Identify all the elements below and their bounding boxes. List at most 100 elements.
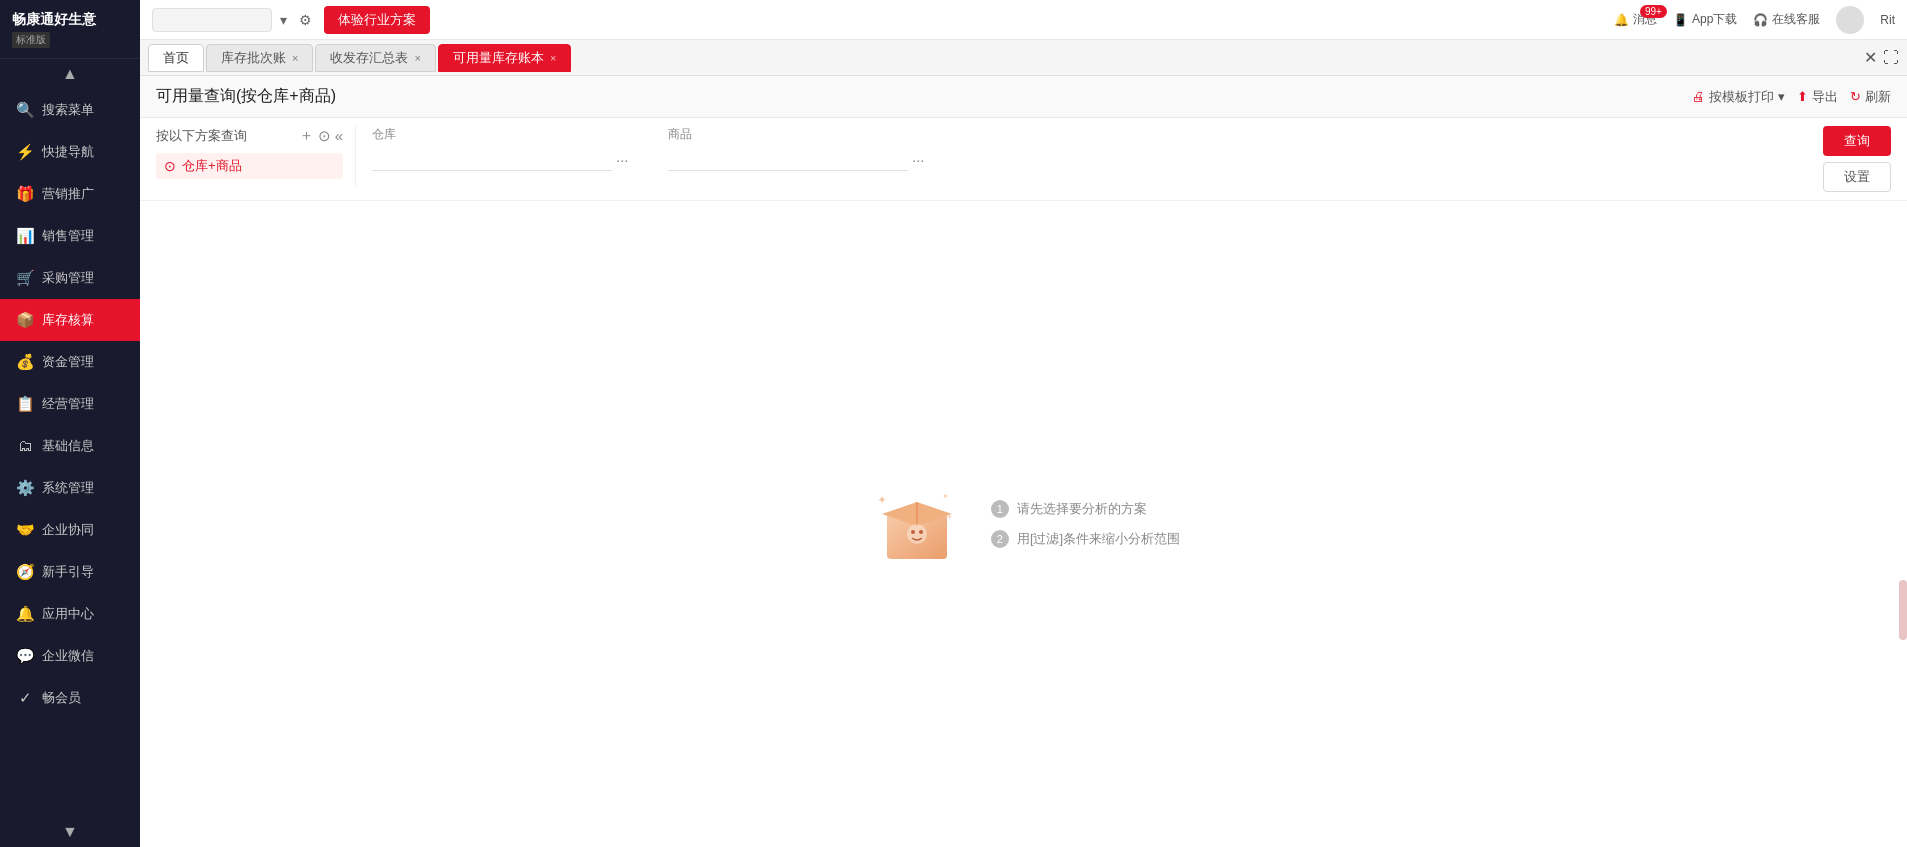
warehouse-more-btn[interactable]: ··· <box>616 151 629 168</box>
svg-text:✦: ✦ <box>942 492 949 501</box>
refresh-btn[interactable]: ↻ 刷新 <box>1850 88 1891 106</box>
filter-field-product: 商品 ··· <box>668 126 948 171</box>
topbar-search-input[interactable] <box>152 8 272 32</box>
product-input[interactable] <box>668 147 908 171</box>
settings-btn[interactable]: 设置 <box>1823 162 1891 192</box>
product-input-row: ··· <box>668 147 948 171</box>
sidebar-item-label: 库存核算 <box>42 311 94 329</box>
sidebar-item-enterprise[interactable]: 🤝 企业协同 <box>0 509 140 551</box>
sidebar-item-search[interactable]: 🔍 搜索菜单 <box>0 89 140 131</box>
warehouse-input[interactable] <box>372 147 612 171</box>
scheme-add-btn[interactable]: ＋ <box>299 126 314 145</box>
sidebar-item-wechat[interactable]: 💬 企业微信 <box>0 635 140 677</box>
tip-text-1: 请先选择要分析的方案 <box>1017 500 1147 518</box>
empty-tip-1: 1 请先选择要分析的方案 <box>991 500 1180 518</box>
sidebar-item-label: 销售管理 <box>42 227 94 245</box>
warehouse-input-row: ··· <box>372 147 652 171</box>
product-more-btn[interactable]: ··· <box>912 151 925 168</box>
sidebar-item-quicknav[interactable]: ⚡ 快捷导航 <box>0 131 140 173</box>
username[interactable]: Rit <box>1880 13 1895 27</box>
scheme-collapse-btn[interactable]: « <box>335 126 343 145</box>
appcenter-icon: 🔔 <box>16 605 34 623</box>
tip-text-2: 用[过滤]条件来缩小分析范围 <box>1017 530 1180 548</box>
sidebar-item-guide[interactable]: 🧭 新手引导 <box>0 551 140 593</box>
tab-available[interactable]: 可用量库存账本 × <box>438 44 571 72</box>
tab-available-label: 可用量库存账本 <box>453 49 544 67</box>
sidebar-item-label: 应用中心 <box>42 605 94 623</box>
topbar-right: 🔔 消息 99+ 📱 App下载 🎧 在线客服 Rit <box>1614 6 1895 34</box>
logo-tag: 标准版 <box>12 32 50 48</box>
filter-field-warehouse: 仓库 ··· <box>372 126 652 171</box>
sidebar-item-basic[interactable]: 🗂 基础信息 <box>0 425 140 467</box>
finance-icon: 💰 <box>16 353 34 371</box>
sidebar-item-label: 营销推广 <box>42 185 94 203</box>
sidebar-item-purchase[interactable]: 🛒 采购管理 <box>0 257 140 299</box>
sidebar-item-label: 新手引导 <box>42 563 94 581</box>
print-label: 按模板打印 <box>1709 88 1774 106</box>
filter-actions: 查询 设置 <box>1823 126 1891 192</box>
sidebar-logo: 畅康通好生意 标准版 <box>0 0 140 59</box>
sidebar-scroll-up[interactable]: ▲ <box>0 59 140 89</box>
scheme-header-label: 按以下方案查询 <box>156 127 247 145</box>
empty-state: ✦ ✦ ✦ 1 请先选择要分析的方案 2 用[过滤]条件来缩小分析范围 <box>140 201 1907 847</box>
sidebar-item-system[interactable]: ⚙️ 系统管理 <box>0 467 140 509</box>
right-scrollbar[interactable] <box>1899 580 1907 640</box>
search-icon: 🔍 <box>16 101 34 119</box>
tab-summary-close[interactable]: × <box>414 52 420 64</box>
product-label: 商品 <box>668 126 948 143</box>
empty-tips: 1 请先选择要分析的方案 2 用[过滤]条件来缩小分析范围 <box>991 500 1180 548</box>
svg-text:✦: ✦ <box>947 514 952 520</box>
sidebar-item-finance[interactable]: 💰 资金管理 <box>0 341 140 383</box>
tab-available-close[interactable]: × <box>550 52 556 64</box>
sidebar-item-operation[interactable]: 📋 经营管理 <box>0 383 140 425</box>
sidebar-item-member[interactable]: ✓ 畅会员 <box>0 677 140 719</box>
filter-scheme-panel: 按以下方案查询 ＋ ⊙ « ⊙ 仓库+商品 <box>156 126 356 186</box>
sidebar-nav: 🔍 搜索菜单 ⚡ 快捷导航 🎁 营销推广 📊 销售管理 🛒 采购管理 📦 库存核… <box>0 89 140 817</box>
sidebar-item-appcenter[interactable]: 🔔 应用中心 <box>0 593 140 635</box>
sidebar-item-marketing[interactable]: 🎁 营销推广 <box>0 173 140 215</box>
tab-batch[interactable]: 库存批次账 × <box>206 44 313 72</box>
basic-icon: 🗂 <box>16 437 34 454</box>
sales-icon: 📊 <box>16 227 34 245</box>
print-btn[interactable]: 🖨 按模板打印 ▾ <box>1692 88 1785 106</box>
topbar-trial-btn[interactable]: 体验行业方案 <box>324 6 430 34</box>
tabbar-expand-btn[interactable]: ⛶ <box>1883 49 1899 67</box>
sidebar-item-sales[interactable]: 📊 销售管理 <box>0 215 140 257</box>
page-title: 可用量查询(按仓库+商品) <box>156 86 336 107</box>
sidebar-item-label: 系统管理 <box>42 479 94 497</box>
empty-tip-2: 2 用[过滤]条件来缩小分析范围 <box>991 530 1180 548</box>
tab-summary[interactable]: 收发存汇总表 × <box>315 44 435 72</box>
tab-home[interactable]: 首页 <box>148 44 204 72</box>
sidebar-item-label: 搜索菜单 <box>42 101 94 119</box>
topbar-gear-btn[interactable]: ⚙ <box>299 12 312 28</box>
topbar-service-btn[interactable]: 🎧 在线客服 <box>1753 11 1820 28</box>
tab-batch-close[interactable]: × <box>292 52 298 64</box>
svg-text:✦: ✦ <box>877 493 887 507</box>
page-actions: 🖨 按模板打印 ▾ ⬆ 导出 ↻ 刷新 <box>1692 88 1891 106</box>
query-btn[interactable]: 查询 <box>1823 126 1891 156</box>
sidebar-item-label: 快捷导航 <box>42 143 94 161</box>
scheme-item-warehouse-product[interactable]: ⊙ 仓库+商品 <box>156 153 343 179</box>
print-icon: 🖨 <box>1692 89 1705 104</box>
topbar-app-btn[interactable]: 📱 App下载 <box>1673 11 1737 28</box>
topbar-dropdown-btn[interactable]: ▾ <box>280 12 287 28</box>
refresh-label: 刷新 <box>1865 88 1891 106</box>
tab-summary-label: 收发存汇总表 <box>330 49 408 67</box>
sidebar-item-label: 基础信息 <box>42 437 94 455</box>
filter-area: 按以下方案查询 ＋ ⊙ « ⊙ 仓库+商品 仓库 <box>140 118 1907 201</box>
purchase-icon: 🛒 <box>16 269 34 287</box>
bell-icon: 🔔 <box>1614 13 1629 27</box>
empty-state-content: ✦ ✦ ✦ 1 请先选择要分析的方案 2 用[过滤]条件来缩小分析范围 <box>867 474 1180 574</box>
export-icon: ⬆ <box>1797 89 1808 104</box>
sidebar-item-inventory[interactable]: 📦 库存核算 <box>0 299 140 341</box>
scheme-settings-btn[interactable]: ⊙ <box>318 126 331 145</box>
main-area: ▾ ⚙ 体验行业方案 🔔 消息 99+ 📱 App下载 🎧 在线客服 Rit 首… <box>140 0 1907 847</box>
sidebar-scroll-down[interactable]: ▼ <box>0 817 140 847</box>
quicknav-icon: ⚡ <box>16 143 34 161</box>
scheme-actions: ＋ ⊙ « <box>299 126 343 145</box>
topbar-msg-btn[interactable]: 🔔 消息 99+ <box>1614 11 1657 28</box>
guide-icon: 🧭 <box>16 563 34 581</box>
export-btn[interactable]: ⬆ 导出 <box>1797 88 1838 106</box>
tabbar-close-all-btn[interactable]: ✕ <box>1864 48 1877 67</box>
topbar: ▾ ⚙ 体验行业方案 🔔 消息 99+ 📱 App下载 🎧 在线客服 Rit <box>140 0 1907 40</box>
